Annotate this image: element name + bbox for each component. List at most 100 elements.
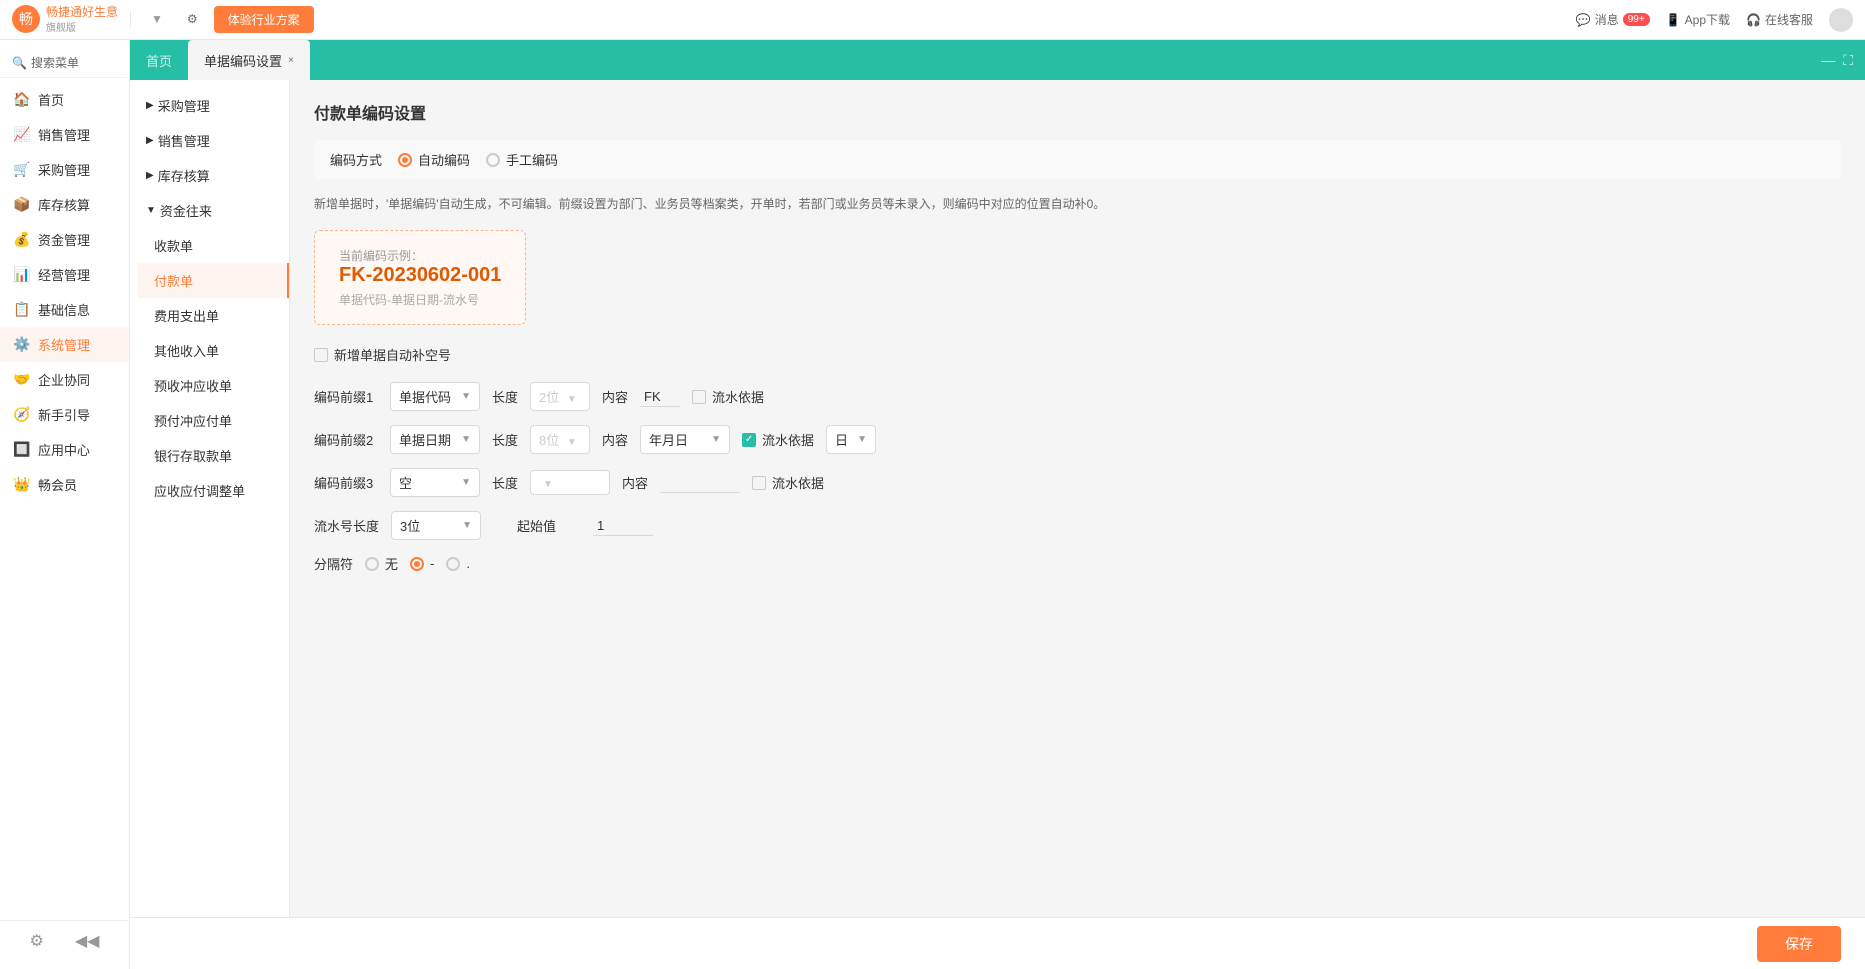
sub-item-payment[interactable]: 付款单 — [138, 263, 289, 298]
nav-dropdown-text: ▼ — [151, 12, 163, 26]
prefix-select-3[interactable]: 空 ▼ — [390, 468, 480, 497]
tab-minimize-icon[interactable]: — — [1821, 52, 1835, 68]
sidebar-item-system[interactable]: ⚙️ 系统管理 — [0, 327, 129, 362]
code-preview-sub: 单据代码-单据日期-流水号 — [339, 291, 501, 308]
serial-checkbox-1[interactable] — [692, 390, 706, 404]
search-menu[interactable]: 🔍 搜索菜单 — [0, 48, 129, 78]
auto-fill-checkbox[interactable] — [314, 348, 328, 362]
content-input-1[interactable] — [640, 387, 680, 407]
settings-bottom-icon[interactable]: ⚙ — [30, 931, 44, 951]
chevron-down-icon-len-2: ▼ — [567, 437, 577, 448]
tab-home[interactable]: 首页 — [130, 40, 188, 80]
nav-dropdown[interactable]: ▼ — [143, 8, 171, 30]
sidebar-item-management[interactable]: 📊 经营管理 — [0, 257, 129, 292]
sidebar-item-info[interactable]: 📋 基础信息 — [0, 292, 129, 327]
length-label-1: 长度 — [492, 387, 518, 406]
sidebar-item-guide[interactable]: 🧭 新手引导 — [0, 397, 129, 432]
sidebar-item-sales[interactable]: 📈 销售管理 — [0, 117, 129, 152]
content-label-2: 内容 — [602, 430, 628, 449]
management-icon: 📊 — [14, 267, 30, 283]
content-input-3[interactable] — [660, 473, 740, 493]
sub-item-prepay-receivable[interactable]: 预收冲应收单 — [138, 368, 289, 403]
avatar[interactable] — [1829, 8, 1853, 32]
auto-fill-row[interactable]: 新增单据自动补空号 — [314, 345, 1841, 364]
bottom-bar: 保存 — [130, 917, 1865, 969]
tab-active[interactable]: 单据编码设置 × — [188, 40, 310, 80]
length-label-2: 长度 — [492, 430, 518, 449]
sub-item-receipt[interactable]: 收款单 — [138, 228, 289, 263]
serial-row-2: ✓ 流水依据 — [742, 430, 814, 449]
chevron-down-icon-3: ▼ — [461, 477, 471, 488]
sidebar-item-inventory[interactable]: 📦 库存核算 — [0, 187, 129, 222]
sidebar-item-finance[interactable]: 💰 资金管理 — [0, 222, 129, 257]
member-icon: 👑 — [14, 477, 30, 493]
sub-item-expense[interactable]: 费用支出单 — [138, 298, 289, 333]
prefix-label-3: 编码前缀3 — [314, 473, 378, 492]
message-icon: 💬 — [1576, 13, 1591, 27]
sidebar-item-member[interactable]: 👑 畅会员 — [0, 467, 129, 502]
top-bar-left: 畅 畅捷通好生意 旗舰版 ▼ ⚙ 体验行业方案 — [12, 5, 1568, 34]
chevron-down-icon-content-2: ▼ — [711, 434, 721, 445]
prefix-row-2: 编码前缀2 单据日期 ▼ 长度 8位 ▼ 内容 年月日 ▼ — [314, 425, 1841, 454]
length-value-1: 2位 ▼ — [530, 382, 590, 411]
divider — [130, 11, 131, 27]
serial-length-select[interactable]: 3位 ▼ — [391, 511, 481, 540]
prefix-select-2[interactable]: 单据日期 ▼ — [390, 425, 480, 454]
form-area: 付款单编码设置 编码方式 自动编码 手工编码 — [290, 80, 1865, 917]
tab-bar-actions: — ⛶ — [1821, 52, 1865, 69]
sidebar-item-home[interactable]: 🏠 首页 — [0, 82, 129, 117]
start-value-input[interactable] — [593, 516, 653, 536]
sub-group-purchase[interactable]: ▶ 采购管理 — [130, 88, 289, 123]
auto-encode-radio-dot — [398, 153, 412, 167]
separator-dash[interactable]: - — [410, 556, 434, 571]
chevron-down-icon-2: ▼ — [461, 434, 471, 445]
main-layout: 🔍 搜索菜单 🏠 首页 📈 销售管理 🛒 采购管理 📦 库存核算 💰 资金管理 … — [0, 40, 1865, 969]
tab-expand-icon[interactable]: ⛶ — [1843, 52, 1853, 69]
auto-fill-label: 新增单据自动补空号 — [334, 345, 451, 364]
message-btn[interactable]: 💬 消息 99+ — [1576, 11, 1650, 28]
sub-group-finance[interactable]: ▼ 资金往来 — [130, 193, 289, 228]
sub-item-bank[interactable]: 银行存取款单 — [138, 438, 289, 473]
serial-checkbox-3[interactable] — [752, 476, 766, 490]
sidebar-bottom: ⚙ ◀◀ — [0, 920, 129, 961]
serial-length-label: 流水号长度 — [314, 516, 379, 535]
content-area: 首页 单据编码设置 × — ⛶ ▶ 采购管理 ▶ 销售管理 — [130, 40, 1865, 969]
brand: 畅 畅捷通好生意 旗舰版 — [12, 5, 118, 34]
arrow-right-icon-2: ▶ — [146, 135, 154, 146]
sub-group-sales[interactable]: ▶ 销售管理 — [130, 123, 289, 158]
chevron-down-icon-serial: ▼ — [462, 520, 472, 531]
finance-icon: 💰 — [14, 232, 30, 248]
serial-checkbox-2[interactable]: ✓ — [742, 433, 756, 447]
page-content: ▶ 采购管理 ▶ 销售管理 ▶ 库存核算 ▼ 资金往来 收款单 — [130, 80, 1865, 917]
collab-icon: 🤝 — [14, 372, 30, 388]
search-icon: 🔍 — [12, 56, 27, 70]
sub-item-prepay-payable[interactable]: 预付冲应付单 — [138, 403, 289, 438]
settings-icon-btn[interactable]: ⚙ — [179, 8, 206, 30]
app-download-btn[interactable]: 📱 App下载 — [1666, 11, 1730, 28]
content-select-2[interactable]: 年月日 ▼ — [640, 425, 730, 454]
arrow-right-icon: ▶ — [146, 100, 154, 111]
sidebar-item-collab[interactable]: 🤝 企业协同 — [0, 362, 129, 397]
separator-none[interactable]: 无 — [365, 554, 398, 573]
sidebar-item-apps[interactable]: 🔲 应用中心 — [0, 432, 129, 467]
sales-icon: 📈 — [14, 127, 30, 143]
separator-row: 分隔符 无 - . — [314, 554, 1841, 573]
unit-select-2[interactable]: 日 ▼ — [826, 425, 876, 454]
manual-encode-radio[interactable]: 手工编码 — [486, 150, 558, 169]
sub-group-inventory[interactable]: ▶ 库存核算 — [130, 158, 289, 193]
sub-item-adjust[interactable]: 应收应付调整单 — [138, 473, 289, 508]
trial-btn[interactable]: 体验行业方案 — [214, 6, 314, 33]
auto-encode-radio[interactable]: 自动编码 — [398, 150, 470, 169]
save-button[interactable]: 保存 — [1757, 926, 1841, 962]
separator-dot[interactable]: . — [446, 556, 470, 571]
brand-text: 畅捷通好生意 旗舰版 — [46, 5, 118, 34]
collapse-icon[interactable]: ◀◀ — [75, 931, 100, 951]
online-service-btn[interactable]: 🎧 在线客服 — [1746, 11, 1813, 28]
chevron-down-icon-unit-2: ▼ — [857, 434, 867, 445]
prefix-select-1[interactable]: 单据代码 ▼ — [390, 382, 480, 411]
info-icon: 📋 — [14, 302, 30, 318]
tab-close-icon[interactable]: × — [288, 55, 294, 66]
sub-item-other-income[interactable]: 其他收入单 — [138, 333, 289, 368]
sidebar-item-purchase[interactable]: 🛒 采购管理 — [0, 152, 129, 187]
purchase-icon: 🛒 — [14, 162, 30, 178]
